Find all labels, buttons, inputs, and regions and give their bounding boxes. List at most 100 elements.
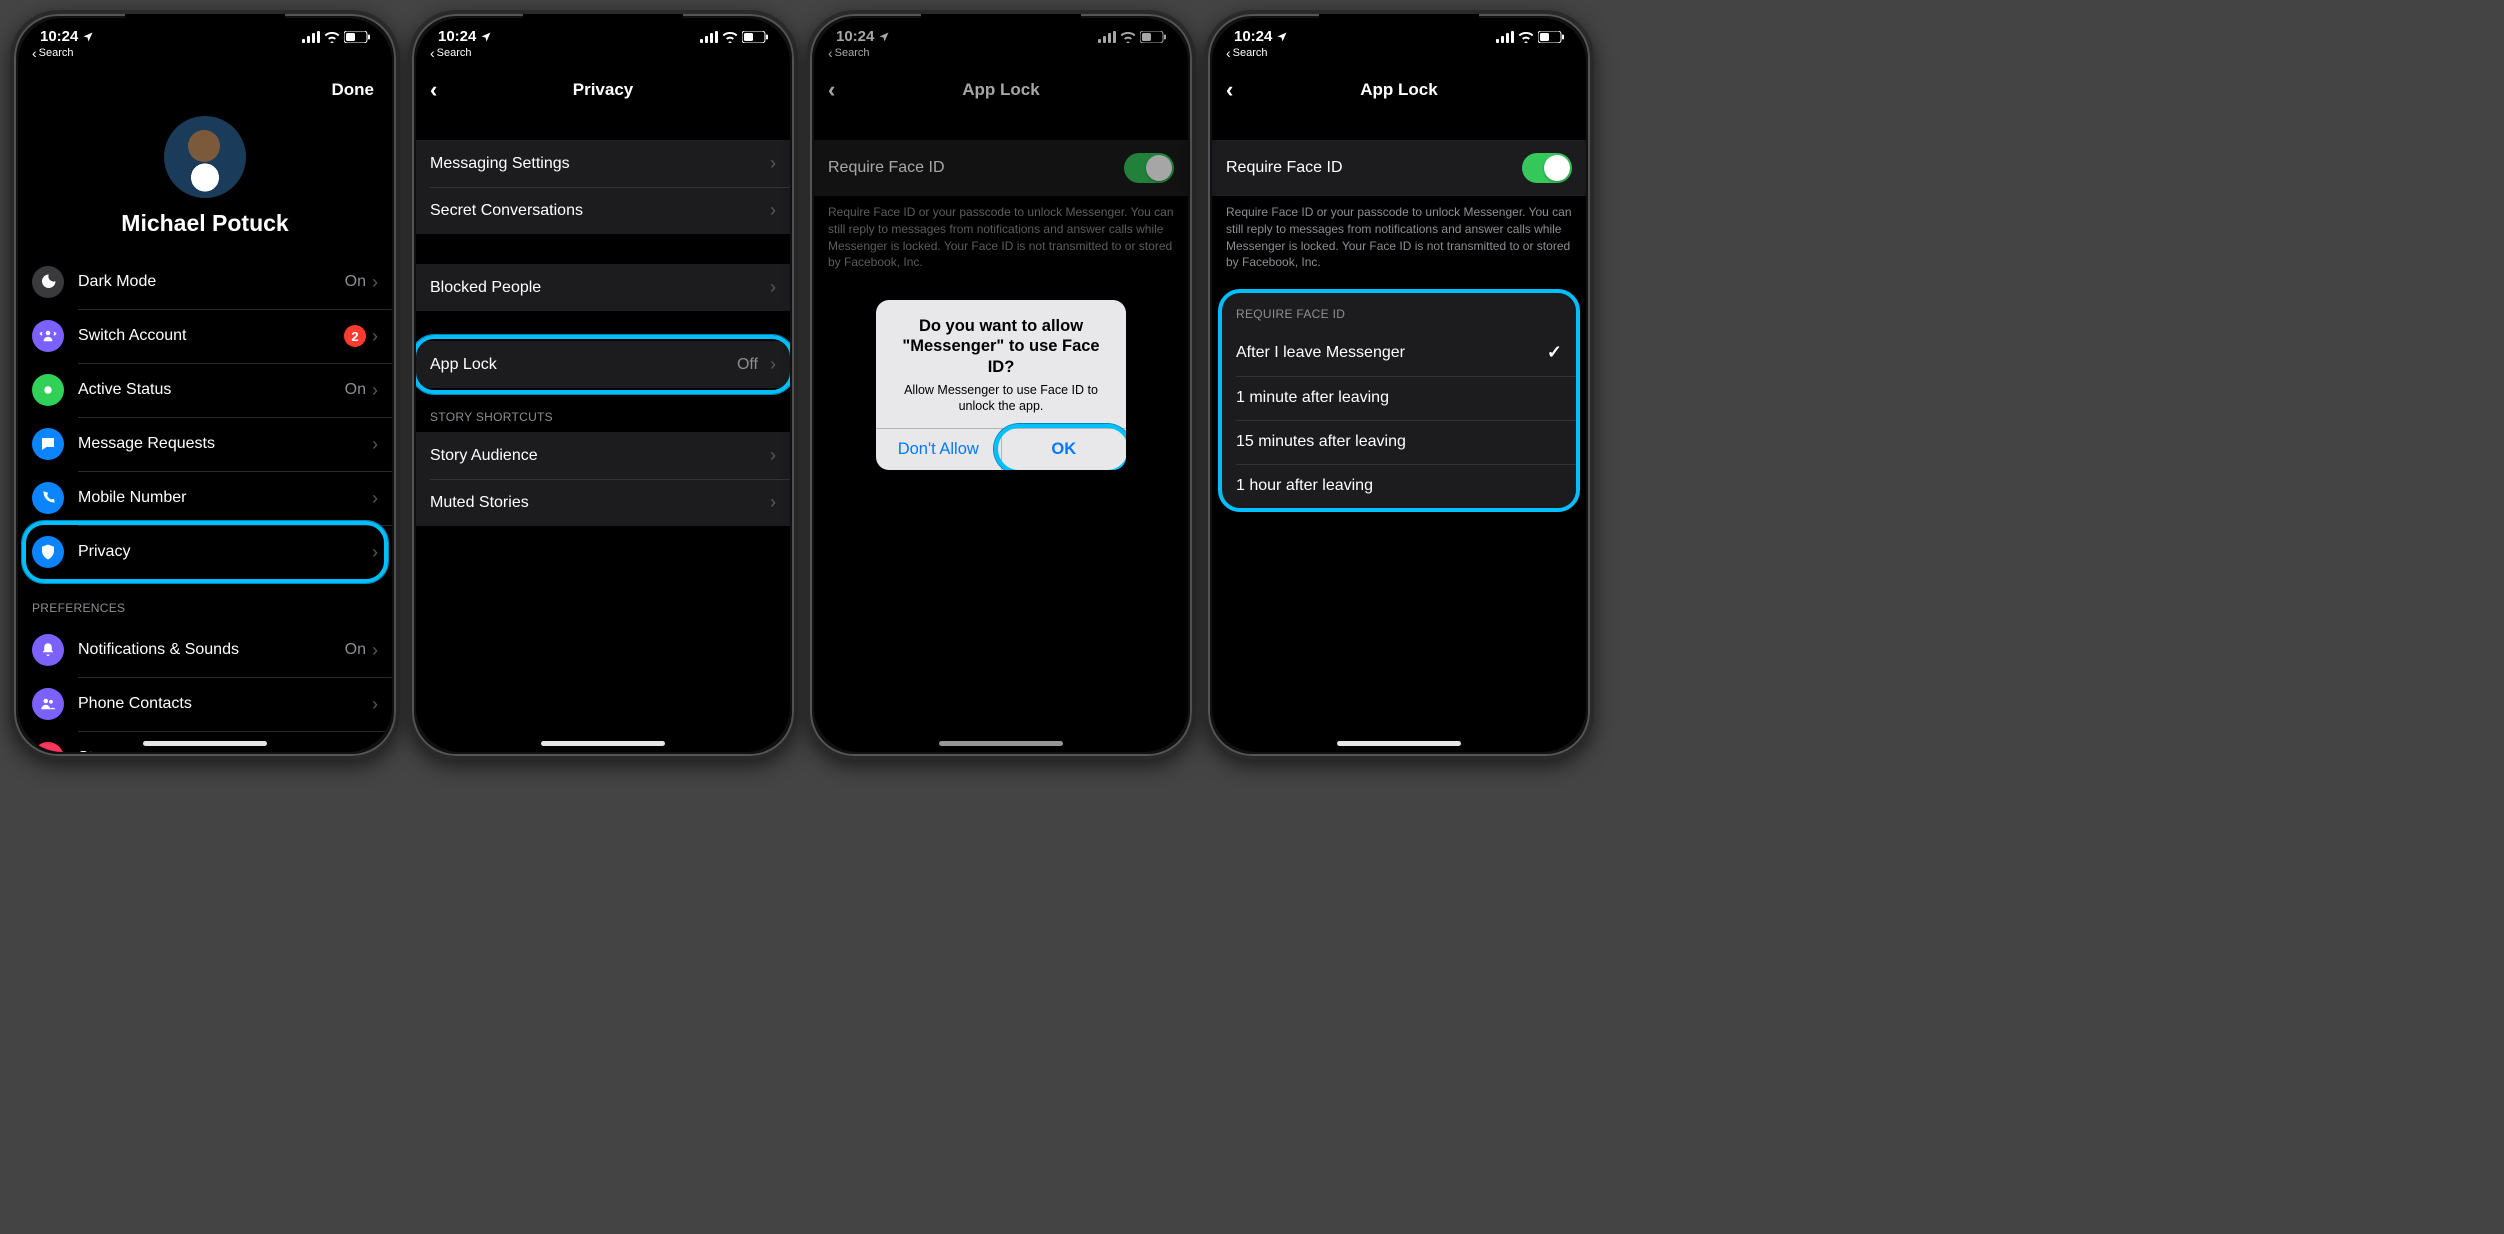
row-label: Story Audience	[430, 447, 538, 465]
row-blocked-people[interactable]: Blocked People›	[416, 264, 790, 311]
chevron-right-icon: ›	[372, 488, 378, 509]
faceid-toggle[interactable]	[1522, 153, 1572, 183]
chevron-right-icon: ›	[770, 492, 776, 513]
settings-row-dark-mode[interactable]: Dark ModeOn›	[18, 255, 392, 309]
phone-2-privacy: 10:24 Search ‹ Privacy Messaging Setting…	[408, 10, 798, 760]
settings-row-active-status[interactable]: Active StatusOn›	[18, 363, 392, 417]
alert-deny-button[interactable]: Don't Allow	[876, 429, 1001, 470]
faceid-timing-group: REQUIRE FACE ID After I leave Messenger✓…	[1218, 289, 1580, 512]
alert-ok-button[interactable]: OK	[1001, 429, 1127, 470]
location-icon	[1276, 31, 1288, 43]
row-label: Muted Stories	[430, 494, 529, 512]
option-label: 1 hour after leaving	[1236, 477, 1373, 495]
phone-4-app-lock-options: 10:24 Search ‹ App Lock Require Face ID …	[1204, 10, 1594, 760]
home-indicator[interactable]	[1337, 741, 1461, 746]
timing-option[interactable]: 15 minutes after leaving	[1222, 420, 1576, 464]
shield-icon	[32, 536, 64, 568]
section-require-faceid: REQUIRE FACE ID	[1222, 293, 1576, 329]
chevron-right-icon: ›	[372, 694, 378, 715]
profile-header: Michael Potuck	[18, 110, 392, 255]
cell-signal-icon	[302, 31, 320, 43]
avatar[interactable]	[164, 116, 246, 198]
checkmark-icon: ✓	[1547, 342, 1562, 363]
chevron-right-icon: ›	[372, 326, 378, 347]
bell-icon	[32, 634, 64, 666]
profile-name: Michael Potuck	[18, 210, 392, 237]
settings-row-switch-account[interactable]: Switch Account2 ›	[18, 309, 392, 363]
row-label: Messaging Settings	[430, 155, 570, 173]
section-story-shortcuts: STORY SHORTCUTS	[416, 388, 790, 432]
settings-row-privacy[interactable]: Privacy›	[18, 525, 392, 579]
chevron-right-icon: ›	[372, 640, 378, 661]
phone-1-profile: 10:24 Search Done Michael Potuck Dark Mo…	[10, 10, 400, 760]
moon-icon	[32, 266, 64, 298]
breadcrumb-back[interactable]: Search	[18, 45, 392, 67]
badge: 2	[344, 325, 366, 347]
faceid-permission-alert: Do you want to allow"Messenger" to use F…	[814, 18, 1188, 752]
status-bar: 10:24	[416, 18, 790, 45]
location-icon	[82, 31, 94, 43]
status-bar: 10:24	[1212, 18, 1586, 45]
status-icons	[700, 31, 768, 43]
option-label: 1 minute after leaving	[1236, 389, 1389, 407]
timing-option[interactable]: 1 minute after leaving	[1222, 376, 1576, 420]
switch-icon	[32, 320, 64, 352]
home-indicator[interactable]	[541, 741, 665, 746]
chevron-right-icon: ›	[770, 200, 776, 221]
back-button[interactable]: ‹	[1226, 77, 1233, 103]
settings-row-mobile-number[interactable]: Mobile Number›	[18, 471, 392, 525]
status-time: 10:24	[438, 28, 476, 45]
phone-icon	[32, 482, 64, 514]
require-faceid-row[interactable]: Require Face ID	[1212, 140, 1586, 196]
row-app-lock[interactable]: App LockOff›	[416, 341, 790, 388]
row-value: On	[345, 381, 366, 399]
nav-bar: Done	[18, 67, 392, 113]
settings-row-phone-contacts[interactable]: Phone Contacts›	[18, 677, 392, 731]
row-story-audience[interactable]: Story Audience›	[416, 432, 790, 479]
wifi-icon	[324, 31, 340, 43]
chevron-right-icon: ›	[770, 277, 776, 298]
nav-bar: ‹ Privacy	[416, 67, 790, 113]
dot-icon	[32, 374, 64, 406]
row-secret-conversations[interactable]: Secret Conversations ›	[416, 187, 790, 234]
chevron-right-icon: ›	[770, 153, 776, 174]
home-indicator[interactable]	[143, 741, 267, 746]
section-preferences: PREFERENCES	[18, 579, 392, 623]
chevron-right-icon: ›	[372, 542, 378, 563]
row-value: On	[345, 641, 366, 659]
nav-title: App Lock	[1360, 80, 1437, 100]
settings-row-message-requests[interactable]: Message Requests›	[18, 417, 392, 471]
alert-message: Allow Messenger to use Face ID to unlock…	[890, 382, 1112, 415]
row-label: Active Status	[78, 381, 345, 399]
timing-option[interactable]: After I leave Messenger✓	[1222, 329, 1576, 376]
chevron-right-icon: ›	[372, 748, 378, 753]
row-muted-stories[interactable]: Muted Stories ›	[416, 479, 790, 526]
status-icons	[1496, 31, 1564, 43]
timing-option[interactable]: 1 hour after leaving	[1222, 464, 1576, 508]
chevron-right-icon: ›	[372, 434, 378, 455]
row-label: Switch Account	[78, 327, 344, 345]
row-messaging-settings[interactable]: Messaging Settings ›	[416, 140, 790, 187]
location-icon	[480, 31, 492, 43]
row-label: Secret Conversations	[430, 202, 583, 220]
status-time: 10:24	[1234, 28, 1272, 45]
row-label: Privacy	[78, 543, 372, 561]
status-icons	[302, 31, 370, 43]
breadcrumb-back[interactable]: Search	[1212, 45, 1586, 67]
alert-title: Do you want to allow"Messenger" to use F…	[890, 316, 1112, 378]
row-label: Require Face ID	[1226, 159, 1343, 177]
breadcrumb-back[interactable]: Search	[416, 45, 790, 67]
row-label: Message Requests	[78, 435, 372, 453]
status-time: 10:24	[40, 28, 78, 45]
chevron-right-icon: ›	[372, 272, 378, 293]
row-label: App Lock	[430, 356, 497, 374]
back-button[interactable]: ‹	[430, 77, 437, 103]
row-label: Story	[78, 749, 372, 752]
chevron-right-icon: ›	[770, 354, 776, 375]
done-button[interactable]: Done	[332, 80, 375, 100]
nav-bar: ‹ App Lock	[1212, 67, 1586, 113]
story-icon	[32, 742, 64, 752]
battery-icon	[344, 31, 370, 43]
settings-row-notifications-&-sounds[interactable]: Notifications & SoundsOn›	[18, 623, 392, 677]
row-label: Phone Contacts	[78, 695, 372, 713]
